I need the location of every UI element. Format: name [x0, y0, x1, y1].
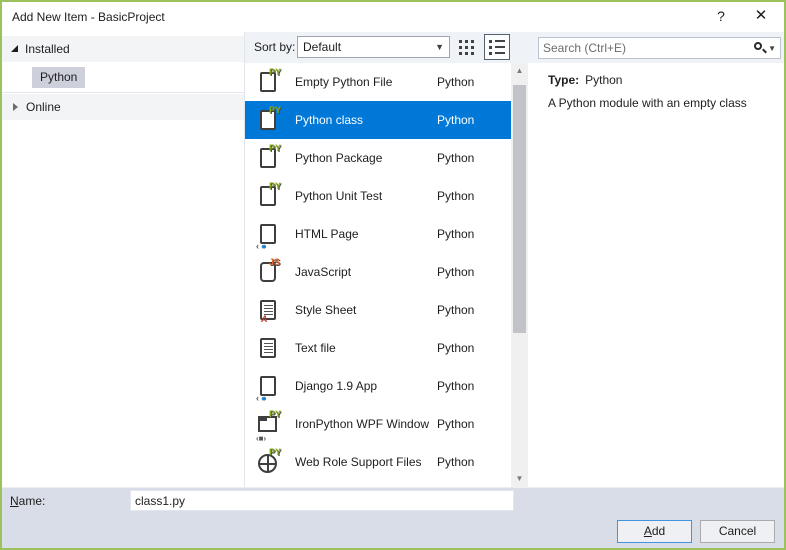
collapsed-triangle-icon	[13, 103, 18, 111]
type-row: Type: Python	[548, 73, 622, 87]
details-pane: Type: Python A Python module with an empt…	[534, 63, 784, 487]
web-role-icon: PY	[257, 447, 283, 477]
template-description: A Python module with an empty class	[548, 96, 776, 110]
item-type: Python	[437, 455, 474, 469]
python-file-icon: PY	[257, 105, 283, 135]
dialog-title: Add New Item - BasicProject	[12, 10, 165, 24]
name-label-accesskey: N	[10, 494, 19, 508]
item-type: Python	[437, 113, 474, 127]
cancel-button[interactable]: Cancel	[700, 520, 775, 543]
sort-by-label: Sort by:	[254, 40, 295, 54]
list-item-javascript[interactable]: JS JavaScript Python	[245, 253, 511, 291]
scroll-down-icon[interactable]: ▼	[511, 471, 528, 487]
installed-label: Installed	[25, 42, 70, 56]
type-label: Type:	[548, 73, 579, 87]
list-item-python-class[interactable]: PY Python class Python	[245, 101, 511, 139]
sidebar-item-python[interactable]: Python	[2, 64, 244, 90]
item-name: Text file	[295, 341, 336, 355]
item-type: Python	[437, 417, 474, 431]
sidebar-divider	[2, 92, 244, 93]
name-input[interactable]	[130, 490, 514, 511]
item-name: IronPython WPF Window	[295, 417, 429, 431]
html-page-icon	[257, 219, 283, 249]
javascript-icon: JS	[257, 257, 283, 287]
item-type: Python	[437, 303, 474, 317]
list-toolbar: Sort by: Default ▼ ▼	[245, 32, 784, 63]
list-item-web-role-support-files[interactable]: PY Web Role Support Files Python	[245, 443, 511, 481]
search-dropdown-icon[interactable]: ▼	[768, 44, 776, 53]
name-label: Name:	[10, 494, 45, 508]
item-type: Python	[437, 265, 474, 279]
list-item-text-file[interactable]: Text file Python	[245, 329, 511, 367]
small-icons-icon	[459, 40, 475, 55]
list-item-django-app[interactable]: Django 1.9 App Python	[245, 367, 511, 405]
add-new-item-dialog: Add New Item - BasicProject ? ✕ Installe…	[0, 0, 786, 550]
search-box[interactable]: ▼	[538, 37, 781, 59]
category-sidebar: Installed Python Online	[2, 32, 244, 487]
sidebar-item-installed[interactable]: Installed	[2, 36, 244, 62]
list-view-button[interactable]	[484, 34, 510, 60]
sort-by-value: Default	[303, 40, 341, 54]
small-icons-view-button[interactable]	[457, 38, 477, 57]
item-name: Python Package	[295, 151, 382, 165]
search-icon[interactable]	[754, 42, 762, 50]
item-type: Python	[437, 151, 474, 165]
item-name: Empty Python File	[295, 75, 392, 89]
item-type: Python	[437, 341, 474, 355]
search-input[interactable]	[543, 39, 743, 57]
footer-bar: Name: Add Cancel	[2, 487, 784, 548]
title-bar[interactable]: Add New Item - BasicProject ? ✕	[2, 2, 784, 32]
item-type: Python	[437, 75, 474, 89]
add-button[interactable]: Add	[617, 520, 692, 543]
sidebar-item-online[interactable]: Online	[2, 94, 244, 120]
style-sheet-icon	[257, 295, 283, 325]
django-app-icon	[257, 371, 283, 401]
close-button[interactable]: ✕	[744, 2, 778, 30]
scrollbar-thumb[interactable]	[513, 85, 526, 333]
item-name: Python Unit Test	[295, 189, 382, 203]
item-name: Web Role Support Files	[295, 455, 422, 469]
add-label-rest: dd	[652, 524, 665, 538]
sort-by-combobox[interactable]: Default ▼	[297, 36, 450, 58]
wpf-window-icon: PY	[257, 409, 283, 439]
list-item-empty-python-file[interactable]: PY Empty Python File Python	[245, 63, 511, 101]
item-name: Python class	[295, 113, 363, 127]
name-label-rest: ame:	[19, 494, 46, 508]
template-list: PY Empty Python File Python PY Python cl…	[245, 63, 511, 487]
online-label: Online	[26, 100, 61, 114]
list-item-style-sheet[interactable]: Style Sheet Python	[245, 291, 511, 329]
python-file-icon: PY	[257, 181, 283, 211]
expanded-triangle-icon	[11, 45, 18, 52]
list-item-python-package[interactable]: PY Python Package Python	[245, 139, 511, 177]
list-item-html-page[interactable]: HTML Page Python	[245, 215, 511, 253]
python-file-icon: PY	[257, 143, 283, 173]
item-name: Django 1.9 App	[295, 379, 377, 393]
python-label: Python	[32, 67, 85, 88]
item-type: Python	[437, 227, 474, 241]
item-name: JavaScript	[295, 265, 351, 279]
list-scrollbar[interactable]: ▲ ▼	[511, 63, 528, 487]
list-view-icon	[489, 40, 505, 54]
type-value: Python	[585, 73, 622, 87]
list-item-ironpython-wpf-window[interactable]: PY IronPython WPF Window Python	[245, 405, 511, 443]
item-name: Style Sheet	[295, 303, 356, 317]
text-file-icon	[257, 333, 283, 363]
chevron-down-icon: ▼	[435, 37, 444, 57]
item-name: HTML Page	[295, 227, 359, 241]
list-item-python-unit-test[interactable]: PY Python Unit Test Python	[245, 177, 511, 215]
help-button[interactable]: ?	[704, 2, 738, 30]
python-file-icon: PY	[257, 67, 283, 97]
item-type: Python	[437, 379, 474, 393]
scroll-up-icon[interactable]: ▲	[511, 63, 528, 79]
item-type: Python	[437, 189, 474, 203]
add-accesskey: A	[644, 524, 652, 538]
